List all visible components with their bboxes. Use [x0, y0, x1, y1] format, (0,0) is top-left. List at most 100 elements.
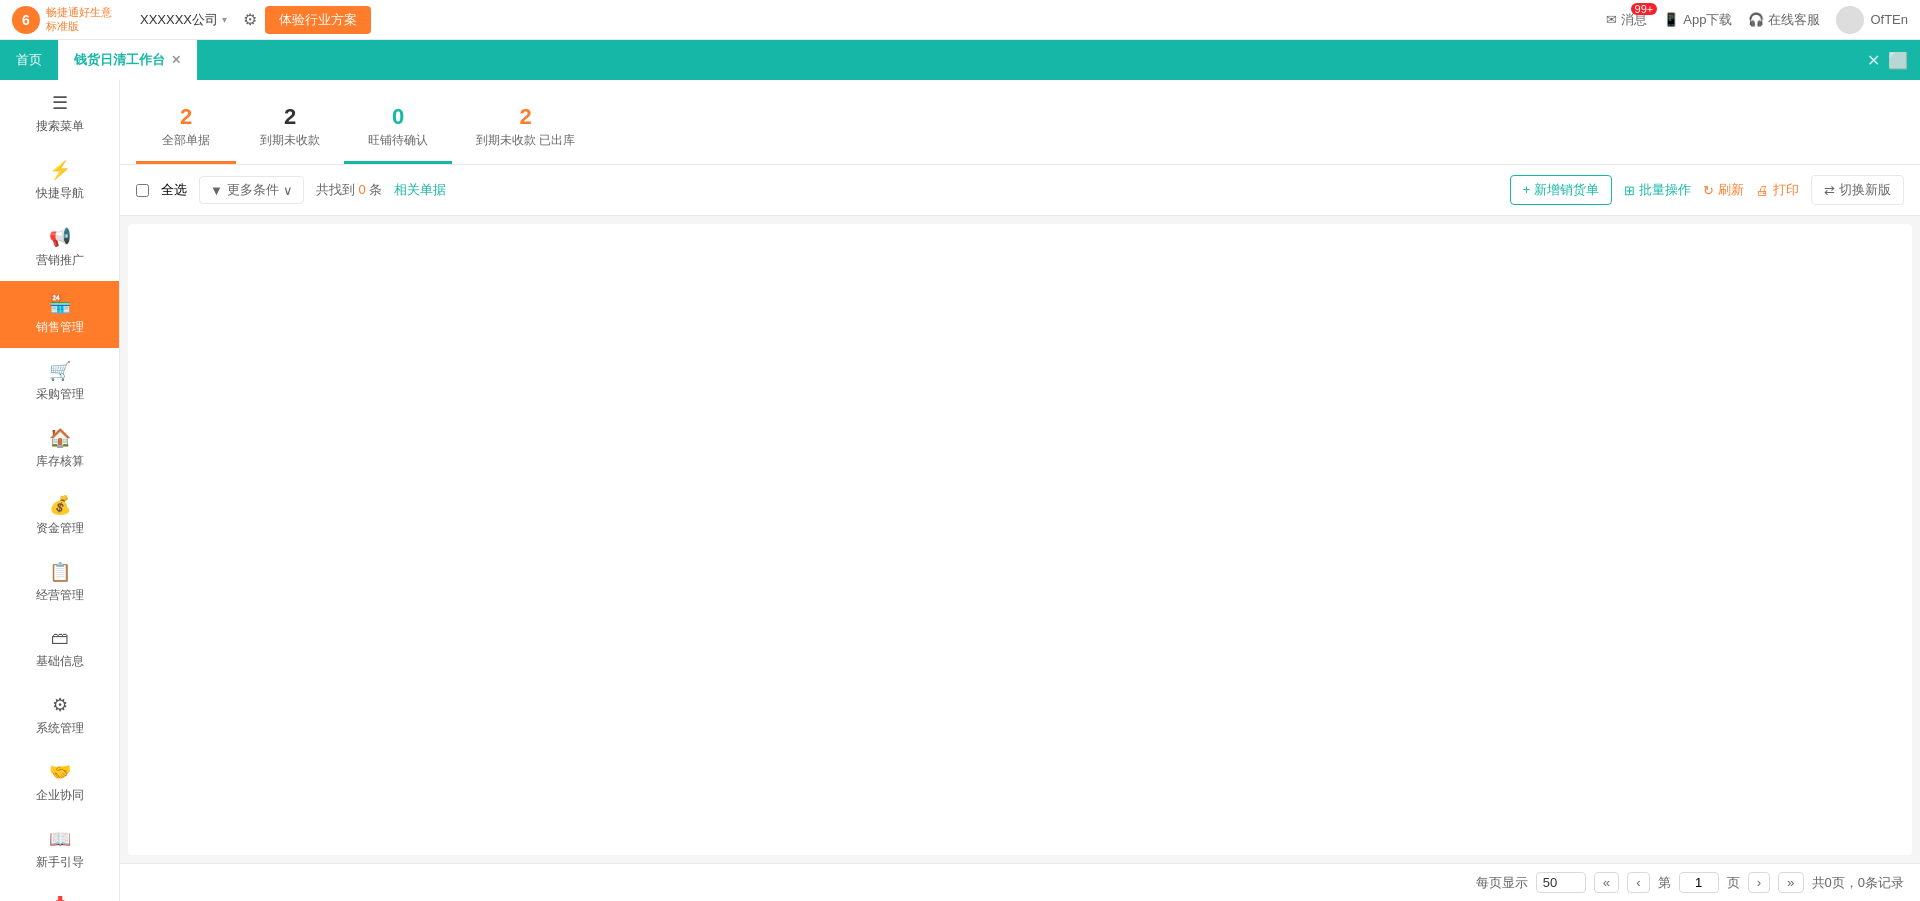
batch-operation-button[interactable]: ⊞ 批量操作 [1624, 181, 1691, 199]
first-page-button[interactable]: « [1594, 872, 1619, 893]
sidebar-item-enterprise-label: 企业协同 [36, 787, 84, 804]
sidebar-item-quick-nav[interactable]: ⚡ 快捷导航 [0, 147, 119, 214]
status-tabs-row: 2 全部单据 2 到期未收款 0 旺铺待确认 2 到期未收款 已出库 [136, 96, 1904, 164]
sidebar-item-quick-nav-label: 快捷导航 [36, 185, 84, 202]
tab-overdue-count: 2 [284, 104, 296, 130]
logo-line1: 畅捷通好生意 [46, 6, 112, 19]
tab-pending[interactable]: 0 旺铺待确认 [344, 96, 452, 164]
maximize-tab-icon[interactable]: ⬜ [1888, 51, 1908, 70]
sidebar-item-enterprise[interactable]: 🤝 企业协同 [0, 749, 119, 816]
page-size-select[interactable]: 20 50 100 [1536, 872, 1586, 893]
message-button[interactable]: ✉ 消息 99+ [1606, 11, 1647, 29]
pagination-bar: 每页显示 20 50 100 « ‹ 第 页 › » 共0页，0条记录 [120, 863, 1920, 901]
logo-icon: 6 [12, 6, 40, 34]
logo-area: 6 畅捷通好生意 标准版 [12, 6, 132, 34]
app-download-icon: 📱 [1663, 12, 1679, 27]
last-page-button[interactable]: » [1778, 872, 1803, 893]
sidebar-item-marketing[interactable]: 📢 营销推广 [0, 214, 119, 281]
filter-icon: ▼ [210, 183, 223, 198]
sidebar: ☰ 搜索菜单 ⚡ 快捷导航 📢 营销推广 🏪 销售管理 🛒 采购管理 🏠 库存核… [0, 80, 120, 901]
tab-overdue-shipped-count: 2 [520, 104, 532, 130]
avatar-area[interactable]: OfTEn [1836, 6, 1908, 34]
message-badge: 99+ [1631, 3, 1658, 15]
current-page-input[interactable] [1679, 872, 1719, 893]
batch-icon: ⊞ [1624, 183, 1635, 198]
tab-all-count: 2 [180, 104, 192, 130]
total-info: 共0页，0条记录 [1812, 874, 1904, 892]
sidebar-item-basic-info[interactable]: 🗃 基础信息 [0, 616, 119, 682]
nav-tabs-bar: 首页 钱货日清工作台 ✕ ✕ ⬜ [0, 40, 1920, 80]
refresh-icon: ↻ [1703, 183, 1714, 198]
sidebar-item-marketing-label: 营销推广 [36, 252, 84, 269]
app-download-label: App下载 [1683, 11, 1732, 29]
online-service-button[interactable]: 🎧 在线客服 [1748, 11, 1820, 29]
toolbar-left: 全选 ▼ 更多条件 ∨ 共找到 0 条 相关单据 [136, 176, 1498, 204]
tab-overdue[interactable]: 2 到期未收款 [236, 96, 344, 164]
toolbar-right: + 新增销货单 ⊞ 批量操作 ↻ 刷新 🖨 打印 ⇄ 切换新版 [1510, 175, 1904, 205]
marketing-icon: 📢 [49, 226, 71, 248]
tab-overdue-shipped-label: 到期未收款 已出库 [476, 132, 575, 149]
related-orders-link[interactable]: 相关单据 [394, 181, 446, 199]
chevron-down-icon: ▾ [222, 14, 227, 25]
page-size-label: 每页显示 [1476, 874, 1528, 892]
sidebar-item-guide[interactable]: 📖 新手引导 [0, 816, 119, 883]
sidebar-item-system[interactable]: ⚙ 系统管理 [0, 682, 119, 749]
trial-button[interactable]: 体验行业方案 [265, 6, 371, 34]
sidebar-item-operations[interactable]: 📋 经营管理 [0, 549, 119, 616]
minimize-tab-icon[interactable]: ✕ [1867, 51, 1880, 70]
guide-icon: 📖 [49, 828, 71, 850]
filter-label: 更多条件 [227, 181, 279, 199]
refresh-button[interactable]: ↻ 刷新 [1703, 181, 1744, 199]
found-unit: 条 [369, 182, 382, 197]
filter-button[interactable]: ▼ 更多条件 ∨ [199, 176, 304, 204]
switch-version-button[interactable]: ⇄ 切换新版 [1811, 175, 1904, 205]
tab-home-label: 首页 [16, 51, 42, 69]
add-order-button[interactable]: + 新增销货单 [1510, 175, 1612, 205]
tab-pending-label: 旺铺待确认 [368, 132, 428, 149]
tab-cashflow[interactable]: 钱货日清工作台 ✕ [58, 40, 197, 80]
quick-nav-icon: ⚡ [49, 159, 71, 181]
select-all-checkbox[interactable] [136, 184, 149, 197]
found-count-text: 共找到 0 条 [316, 181, 382, 199]
app-download-button[interactable]: 📱 App下载 [1663, 11, 1732, 29]
search-menu-icon: ☰ [52, 92, 68, 114]
tab-all[interactable]: 2 全部单据 [136, 96, 236, 164]
sidebar-item-inventory-label: 库存核算 [36, 453, 84, 470]
system-icon: ⚙ [52, 694, 68, 716]
inventory-icon: 🏠 [49, 427, 71, 449]
print-button[interactable]: 🖨 打印 [1756, 181, 1799, 199]
sidebar-item-sales-label: 销售管理 [36, 319, 84, 336]
username-label: OfTEn [1870, 12, 1908, 27]
tab-home[interactable]: 首页 [0, 40, 58, 80]
sidebar-item-purchase-label: 采购管理 [36, 386, 84, 403]
headset-icon: 🎧 [1748, 12, 1764, 27]
sidebar-item-inventory[interactable]: 🏠 库存核算 [0, 415, 119, 482]
settings-icon[interactable]: ⚙ [243, 10, 257, 29]
main-layout: ☰ 搜索菜单 ⚡ 快捷导航 📢 营销推广 🏪 销售管理 🛒 采购管理 🏠 库存核… [0, 80, 1920, 901]
tab-cashflow-label: 钱货日清工作台 [74, 51, 165, 69]
sidebar-item-app-center[interactable]: 📥 应用中心 [0, 883, 119, 901]
sidebar-item-finance[interactable]: 💰 资金管理 [0, 482, 119, 549]
sidebar-item-sales[interactable]: 🏪 销售管理 [0, 281, 119, 348]
content-area: 2 全部单据 2 到期未收款 0 旺铺待确认 2 到期未收款 已出库 [120, 80, 1920, 901]
sidebar-item-search[interactable]: ☰ 搜索菜单 [0, 80, 119, 147]
enterprise-icon: 🤝 [49, 761, 71, 783]
found-prefix: 共找到 [316, 182, 355, 197]
sidebar-item-basic-info-label: 基础信息 [36, 653, 84, 670]
company-name: XXXXXX公司 [140, 11, 218, 29]
refresh-label: 刷新 [1718, 181, 1744, 199]
operations-icon: 📋 [49, 561, 71, 583]
print-icon: 🖨 [1756, 183, 1769, 198]
tab-overdue-shipped[interactable]: 2 到期未收款 已出库 [452, 96, 599, 164]
logo-line2: 标准版 [46, 20, 112, 33]
next-page-button[interactable]: › [1748, 872, 1770, 893]
message-icon: ✉ [1606, 12, 1617, 27]
sidebar-item-purchase[interactable]: 🛒 采购管理 [0, 348, 119, 415]
status-tabs: 2 全部单据 2 到期未收款 0 旺铺待确认 2 到期未收款 已出库 [120, 80, 1920, 165]
company-selector[interactable]: XXXXXX公司 ▾ [140, 11, 227, 29]
close-tab-icon[interactable]: ✕ [171, 53, 181, 67]
tab-actions: ✕ ⬜ [1867, 51, 1920, 70]
prev-page-button[interactable]: ‹ [1627, 872, 1649, 893]
app-center-icon: 📥 [49, 895, 71, 901]
sidebar-item-system-label: 系统管理 [36, 720, 84, 737]
